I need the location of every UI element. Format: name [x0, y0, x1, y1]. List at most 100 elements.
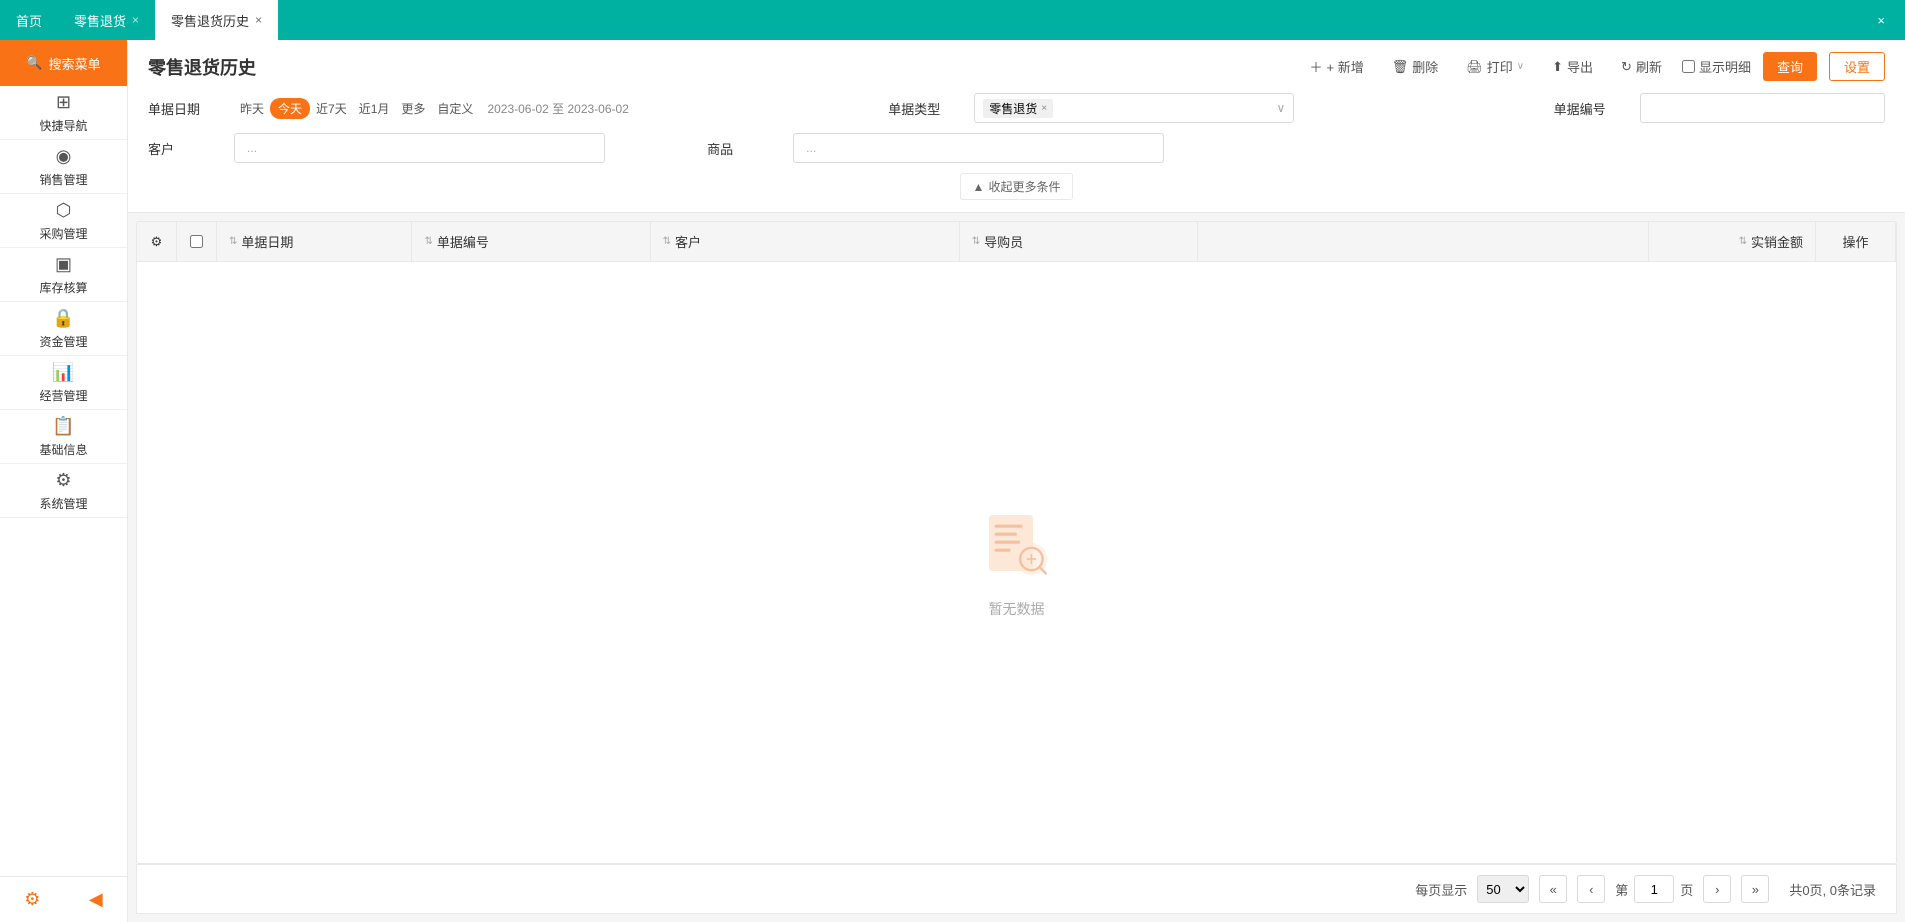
first-page-button[interactable]: « [1539, 875, 1567, 903]
th-amount[interactable]: ⇅ 实销金额 [1649, 222, 1816, 261]
display-detail-label: 显示明细 [1699, 57, 1751, 76]
sidebar-search[interactable]: 🔍 搜索菜单 [0, 40, 127, 86]
tab-retail-return-history[interactable]: 零售退货历史 × [155, 0, 278, 40]
settings-button[interactable]: 设置 [1829, 52, 1885, 81]
date-option-custom[interactable]: 自定义 [431, 98, 479, 119]
add-label: + 新增 [1327, 57, 1364, 76]
sort-icon-amount: ⇅ [1739, 236, 1747, 247]
top-bar-close[interactable]: × [1877, 13, 1905, 28]
print-label: 打印 [1487, 57, 1513, 76]
page-title: 零售退货历史 [148, 54, 256, 80]
product-input[interactable]: ... [793, 133, 1164, 163]
tab-retail-return-close[interactable]: × [132, 13, 139, 27]
print-chevron-icon: ∨ [1517, 61, 1524, 72]
sidebar-item-sales-mgmt[interactable]: ◉ 销售管理 [0, 140, 127, 194]
collapse-sidebar-icon[interactable]: ◀ [89, 889, 103, 910]
prev-page-icon: ‹ [1589, 882, 1593, 897]
doc-type-tag: 零售退货 × [983, 99, 1053, 118]
sidebar-item-operations-mgmt-label: 经营管理 [39, 387, 87, 404]
th-doc-no[interactable]: ⇅ 单据编号 [412, 222, 650, 261]
th-amount-label: 实销金额 [1751, 232, 1803, 251]
table-area: ⚙ ⇅ 单据日期 ⇅ 单据编号 ⇅ 客户 ⇅ [136, 221, 1897, 864]
table-header: ⚙ ⇅ 单据日期 ⇅ 单据编号 ⇅ 客户 ⇅ [137, 222, 1896, 262]
export-button[interactable]: ⬆ 导出 [1544, 53, 1601, 80]
add-button[interactable]: ＋ + 新增 [1301, 53, 1371, 80]
inventory-mgmt-icon: ▣ [55, 254, 72, 275]
sidebar-item-quick-nav-label: 快捷导航 [39, 117, 87, 134]
query-button[interactable]: 查询 [1763, 52, 1817, 81]
sidebar-item-inventory-mgmt-label: 库存核算 [39, 279, 87, 296]
doc-type-tag-close[interactable]: × [1041, 103, 1047, 114]
sidebar-item-quick-nav[interactable]: ⊞ 快捷导航 [0, 86, 127, 140]
prev-page-button[interactable]: ‹ [1577, 875, 1605, 903]
select-all-checkbox[interactable] [190, 235, 203, 248]
sidebar-item-finance-mgmt-label: 资金管理 [39, 333, 87, 350]
doc-no-input[interactable] [1640, 93, 1885, 123]
date-option-today[interactable]: 今天 [270, 98, 310, 119]
display-detail-wrapper[interactable]: 显示明细 [1682, 57, 1751, 76]
per-page-label: 每页显示 [1415, 880, 1467, 899]
next-page-button[interactable]: › [1703, 875, 1731, 903]
basic-info-icon: 📋 [52, 416, 74, 437]
page-info: 第 页 [1615, 875, 1693, 903]
date-range-display: 2023-06-02 至 2023-06-02 [487, 100, 628, 117]
page-label: 第 [1615, 880, 1628, 899]
refresh-button[interactable]: ↻ 刷新 [1613, 53, 1670, 80]
empty-state-text: 暂无数据 [989, 599, 1045, 619]
main-layout: 🔍 搜索菜单 ⊞ 快捷导航 ◉ 销售管理 ⬡ 采购管理 ▣ 库存核算 🔒 资金 [0, 40, 1905, 922]
th-settings[interactable]: ⚙ [137, 222, 177, 261]
th-action-label: 操作 [1843, 232, 1869, 251]
th-doc-date[interactable]: ⇅ 单据日期 [217, 222, 412, 261]
date-option-yesterday[interactable]: 昨天 [234, 98, 270, 119]
delete-button[interactable]: 🗑 删除 [1384, 53, 1447, 80]
print-icon: 🖨 [1466, 59, 1483, 75]
settings-bottom-icon[interactable]: ⚙ [24, 889, 40, 910]
page-unit: 页 [1680, 880, 1693, 899]
sort-icon-customer: ⇅ [663, 236, 671, 247]
sidebar-item-finance-mgmt[interactable]: 🔒 资金管理 [0, 302, 127, 356]
product-ellipsis: ... [806, 141, 816, 155]
sidebar-item-operations-mgmt[interactable]: 📊 经营管理 [0, 356, 127, 410]
th-doc-date-label: 单据日期 [241, 232, 293, 251]
empty-state: 暂无数据 [137, 262, 1896, 863]
sidebar-item-inventory-mgmt[interactable]: ▣ 库存核算 [0, 248, 127, 302]
collapse-label: 收起更多条件 [988, 178, 1060, 195]
filter-row-2: 客户 ... 商品 ... [148, 133, 1885, 163]
per-page-select[interactable]: 50 10 20 100 [1477, 875, 1529, 903]
filter-area: 单据日期 昨天 今天 近7天 近1月 更多 自定义 2023-06-02 至 2… [148, 93, 1885, 212]
collapse-button[interactable]: ▲ 收起更多条件 [960, 173, 1074, 200]
doc-type-tag-value: 零售退货 [989, 100, 1037, 117]
tab-retail-return[interactable]: 零售退货 × [58, 0, 155, 40]
sidebar-item-basic-info[interactable]: 📋 基础信息 [0, 410, 127, 464]
pagination-bar: 每页显示 50 10 20 100 « ‹ 第 页 › » [136, 864, 1897, 914]
settings-label: 设置 [1844, 57, 1870, 76]
tab-retail-return-history-close[interactable]: × [255, 13, 262, 27]
next-page-icon: › [1715, 882, 1719, 897]
delete-label: 删除 [1412, 57, 1438, 76]
sidebar-item-purchase-mgmt[interactable]: ⬡ 采购管理 [0, 194, 127, 248]
sidebar-item-purchase-mgmt-label: 采购管理 [39, 225, 87, 242]
date-option-1month[interactable]: 近1月 [353, 98, 396, 119]
th-customer[interactable]: ⇅ 客户 [651, 222, 960, 261]
page-input[interactable] [1634, 875, 1674, 903]
print-button[interactable]: 🖨 打印 ∨ [1458, 53, 1532, 80]
customer-filter-label: 客户 [148, 139, 218, 158]
search-icon: 🔍 [26, 55, 42, 71]
refresh-icon: ↻ [1621, 59, 1632, 75]
th-guide[interactable]: ⇅ 导购员 [960, 222, 1198, 261]
sidebar-item-system-mgmt[interactable]: ⚙ 系统管理 [0, 464, 127, 518]
page-header-top: 零售退货历史 ＋ + 新增 🗑 删除 🖨 打印 ∨ [148, 52, 1885, 81]
sidebar-nav: ⊞ 快捷导航 ◉ 销售管理 ⬡ 采购管理 ▣ 库存核算 🔒 资金管理 📊 经营管 [0, 86, 127, 876]
tab-home[interactable]: 首页 [0, 0, 58, 40]
customer-ellipsis: ... [247, 141, 257, 155]
display-detail-checkbox[interactable] [1682, 60, 1695, 73]
content: 零售退货历史 ＋ + 新增 🗑 删除 🖨 打印 ∨ [128, 40, 1905, 922]
last-page-button[interactable]: » [1741, 875, 1769, 903]
doc-type-select[interactable]: 零售退货 × ∨ [974, 93, 1294, 123]
date-option-7days[interactable]: 近7天 [310, 98, 353, 119]
empty-state-icon [977, 507, 1057, 587]
customer-input[interactable]: ... [234, 133, 605, 163]
date-option-more[interactable]: 更多 [395, 98, 431, 119]
th-checkbox[interactable] [177, 222, 217, 261]
sidebar-search-label: 搜索菜单 [49, 54, 101, 73]
